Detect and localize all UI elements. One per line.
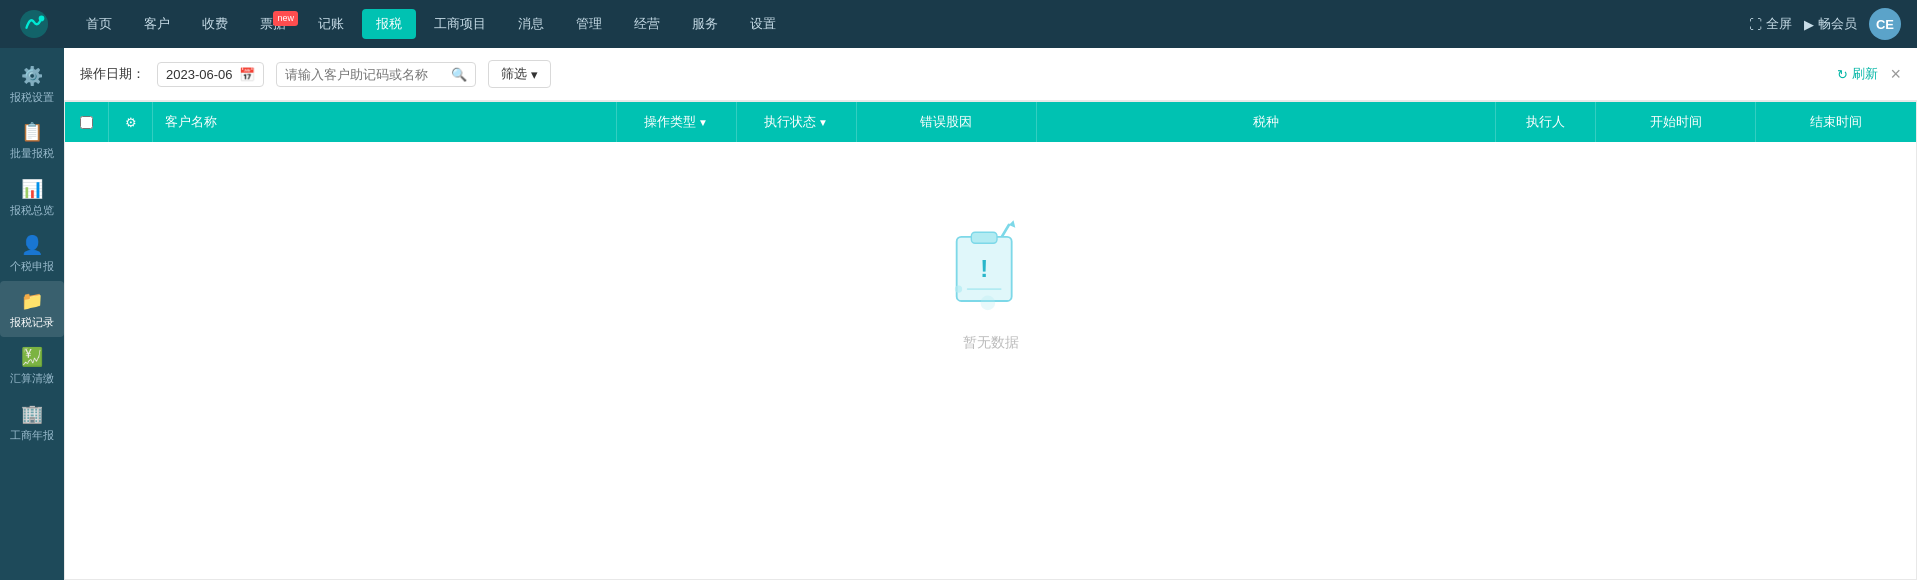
sidebar-label-settlement: 汇算清缴 (10, 371, 54, 385)
nav-right: ⛶ 全屏 ▶ 畅会员 CE (1749, 8, 1901, 40)
new-badge: new (273, 11, 298, 26)
search-input-wrap[interactable]: 🔍 (276, 62, 476, 87)
tax-settings-icon: ⚙️ (20, 64, 44, 88)
tax-summary-icon: 📊 (20, 177, 44, 201)
date-label: 操作日期： (80, 65, 145, 83)
filter-label: 筛选 (501, 65, 527, 83)
th-customer: 客户名称 (153, 102, 617, 142)
content-area: 操作日期： 2023-06-06 📅 🔍 筛选 ▾ ↻ 刷新 × (64, 48, 1917, 580)
nav-item-manage[interactable]: 管理 (562, 9, 616, 39)
nav-item-messages[interactable]: 消息 (504, 9, 558, 39)
main-layout: ⚙️ 报税设置 📋 批量报税 📊 报税总览 👤 个税申报 📁 报税记录 💹 汇算… (0, 48, 1917, 580)
search-input[interactable] (285, 67, 451, 82)
sidebar-item-tax-settings[interactable]: ⚙️ 报税设置 (0, 56, 64, 112)
sidebar-item-tax-records[interactable]: 📁 报税记录 (0, 281, 64, 337)
nav-item-settings[interactable]: 设置 (736, 9, 790, 39)
nav-item-home[interactable]: 首页 (72, 9, 126, 39)
refresh-button[interactable]: ↻ 刷新 (1837, 65, 1878, 83)
status-filter-icon: ▼ (818, 117, 828, 128)
svg-marker-3 (1008, 220, 1014, 227)
date-picker[interactable]: 2023-06-06 📅 (157, 62, 264, 87)
refresh-icon: ↻ (1837, 67, 1848, 82)
filter-button[interactable]: 筛选 ▾ (488, 60, 551, 88)
nav-item-customer[interactable]: 客户 (130, 9, 184, 39)
nav-item-services[interactable]: 服务 (678, 9, 732, 39)
settlement-icon: 💹 (20, 345, 44, 369)
top-nav: 首页 客户 收费 票据 new 记账 报税 工商项目 消息 管理 经营 服务 设… (0, 0, 1917, 48)
settings-icon: ⚙ (125, 115, 137, 130)
nav-item-accounts[interactable]: 记账 (304, 9, 358, 39)
fullscreen-icon: ⛶ (1749, 17, 1762, 32)
chevron-down-icon: ▾ (531, 67, 538, 82)
svg-point-8 (954, 285, 961, 292)
th-starttime: 开始时间 (1596, 102, 1756, 142)
select-all-checkbox[interactable] (80, 116, 93, 129)
th-executor: 执行人 (1496, 102, 1596, 142)
svg-point-1 (39, 16, 45, 22)
nav-item-tax[interactable]: 报税 (362, 9, 416, 39)
sidebar: ⚙️ 报税设置 📋 批量报税 📊 报税总览 👤 个税申报 📁 报税记录 💹 汇算… (0, 48, 64, 580)
nav-item-business[interactable]: 工商项目 (420, 9, 500, 39)
th-checkbox[interactable] (65, 102, 109, 142)
batch-tax-icon: 📋 (20, 120, 44, 144)
toolbar: 操作日期： 2023-06-06 📅 🔍 筛选 ▾ ↻ 刷新 × (64, 48, 1917, 101)
th-settings[interactable]: ⚙ (109, 102, 153, 142)
sidebar-label-tax-records: 报税记录 (10, 315, 54, 329)
annual-report-icon: 🏢 (20, 402, 44, 426)
nav-item-finance[interactable]: 经营 (620, 9, 674, 39)
app-logo[interactable] (16, 6, 52, 42)
sidebar-item-tax-summary[interactable]: 📊 报税总览 (0, 169, 64, 225)
date-value: 2023-06-06 (166, 67, 233, 82)
sidebar-label-batch-tax: 批量报税 (10, 146, 54, 160)
sidebar-label-tax-settings: 报税设置 (10, 90, 54, 104)
table-wrap: ⚙ 客户名称 操作类型 ▼ 执行状态 ▼ 错误股因 税种 (64, 101, 1917, 580)
personal-tax-icon: 👤 (20, 233, 44, 257)
optype-filter-icon: ▼ (698, 117, 708, 128)
nav-item-invoice[interactable]: 票据 new (246, 9, 300, 39)
th-endtime: 结束时间 (1756, 102, 1916, 142)
sidebar-item-personal-tax[interactable]: 👤 个税申报 (0, 225, 64, 281)
sidebar-item-annual-report[interactable]: 🏢 工商年报 (0, 394, 64, 450)
th-taxtype: 税种 (1037, 102, 1497, 142)
member-button[interactable]: ▶ 畅会员 (1804, 15, 1857, 33)
th-error: 错误股因 (857, 102, 1037, 142)
fullscreen-label: 全屏 (1766, 15, 1792, 33)
svg-point-9 (980, 296, 995, 311)
sidebar-item-batch-tax[interactable]: 📋 批量报税 (0, 112, 64, 168)
close-button[interactable]: × (1890, 64, 1901, 85)
refresh-label: 刷新 (1852, 65, 1878, 83)
empty-state: ! 暂无数据 (65, 142, 1916, 412)
sidebar-label-tax-summary: 报税总览 (10, 203, 54, 217)
search-icon: 🔍 (451, 67, 467, 82)
calendar-icon: 📅 (239, 67, 255, 82)
sidebar-item-settlement[interactable]: 💹 汇算清缴 (0, 337, 64, 393)
empty-illustration: ! (931, 202, 1051, 322)
th-status[interactable]: 执行状态 ▼ (737, 102, 857, 142)
nav-item-billing[interactable]: 收费 (188, 9, 242, 39)
avatar[interactable]: CE (1869, 8, 1901, 40)
svg-text:!: ! (980, 255, 988, 282)
table-header: ⚙ 客户名称 操作类型 ▼ 执行状态 ▼ 错误股因 税种 (65, 102, 1916, 142)
member-label: 畅会员 (1818, 15, 1857, 33)
sidebar-label-annual-report: 工商年报 (10, 428, 54, 442)
nav-items: 首页 客户 收费 票据 new 记账 报税 工商项目 消息 管理 经营 服务 设… (72, 9, 1749, 39)
tax-records-icon: 📁 (20, 289, 44, 313)
empty-text: 暂无数据 (963, 334, 1019, 352)
th-optype[interactable]: 操作类型 ▼ (617, 102, 737, 142)
svg-rect-5 (971, 232, 997, 243)
video-icon: ▶ (1804, 17, 1814, 32)
fullscreen-button[interactable]: ⛶ 全屏 (1749, 15, 1792, 33)
sidebar-label-personal-tax: 个税申报 (10, 259, 54, 273)
